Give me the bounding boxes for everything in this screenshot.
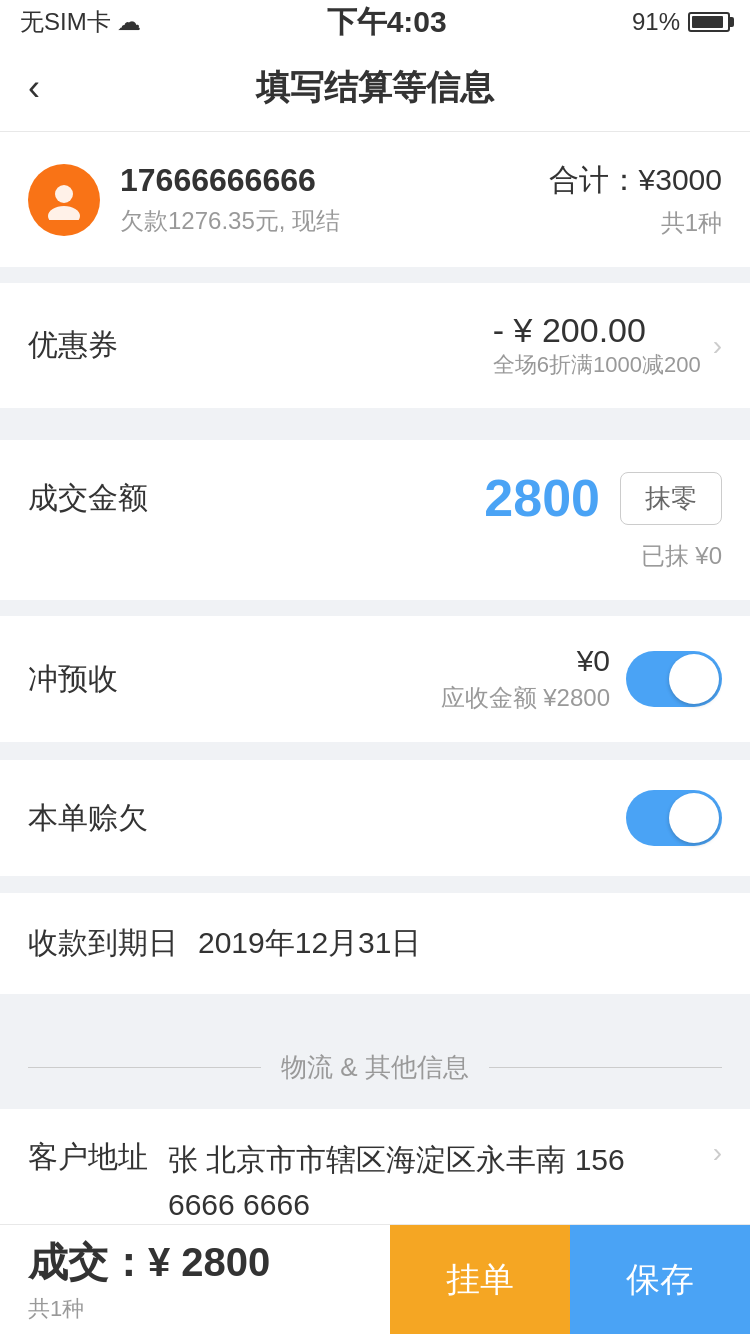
- battery-percent: 91%: [632, 8, 680, 36]
- main-content: 17666666666 欠款1276.35元, 现结 合计：¥3000 共1种 …: [0, 132, 750, 1334]
- coupon-amount: - ¥ 200.00: [493, 311, 701, 350]
- section-divider-3: [0, 1010, 750, 1026]
- user-phone: 17666666666: [120, 162, 340, 199]
- logistics-text: 物流 & 其他信息: [281, 1050, 469, 1085]
- prepay-label: 冲预收: [28, 659, 118, 700]
- hold-button[interactable]: 挂单: [390, 1225, 570, 1335]
- prepay-row: 冲预收 ¥0 应收金额 ¥2800: [0, 616, 750, 742]
- amount-label: 成交金额: [28, 478, 148, 519]
- due-date-label: 收款到期日: [28, 923, 178, 964]
- bottom-total-value: ¥ 2800: [148, 1240, 270, 1284]
- bottom-count: 共1种: [28, 1294, 362, 1324]
- due-date-value: 2019年12月31日: [198, 923, 421, 964]
- user-count: 共1种: [549, 207, 722, 239]
- bottom-bar: 成交：¥ 2800 共1种 挂单 保存: [0, 1224, 750, 1334]
- amount-section: 成交金额 2800 抹零 已抹 ¥0: [0, 440, 750, 600]
- status-left: 无SIM卡 ☁: [20, 6, 141, 38]
- coupon-desc: 全场6折满1000减200: [493, 350, 701, 380]
- user-subtitle: 欠款1276.35元, 现结: [120, 205, 340, 237]
- address-chevron-icon: ›: [713, 1137, 722, 1169]
- round-zero-button[interactable]: 抹零: [620, 472, 722, 525]
- credit-label: 本单赊欠: [28, 798, 148, 839]
- coupon-label: 优惠券: [28, 325, 118, 366]
- address-label: 客户地址: [28, 1137, 148, 1178]
- user-total: 合计：¥3000: [549, 160, 722, 201]
- credit-toggle[interactable]: [626, 790, 722, 846]
- svg-point-0: [55, 185, 73, 203]
- svg-point-1: [48, 206, 80, 220]
- logistics-line-right: [489, 1067, 722, 1068]
- back-button[interactable]: ‹: [28, 67, 40, 109]
- avatar: [28, 164, 100, 236]
- bottom-total-label: 成交：: [28, 1240, 148, 1284]
- page-title: 填写结算等信息: [256, 65, 494, 111]
- prepay-sub: 应收金额 ¥2800: [441, 682, 610, 714]
- logistics-header: 物流 & 其他信息: [0, 1026, 750, 1109]
- nav-bar: ‹ 填写结算等信息: [0, 44, 750, 132]
- credit-row: 本单赊欠: [0, 760, 750, 876]
- amount-sub: 已抹 ¥0: [28, 540, 722, 572]
- prepay-toggle[interactable]: [626, 651, 722, 707]
- section-divider-2: [0, 744, 750, 760]
- address-value: 张 北京市市辖区海淀区永丰南 156 6666 6666: [168, 1137, 693, 1227]
- sim-status: 无SIM卡 ☁: [20, 6, 141, 38]
- prepay-value: ¥0: [441, 644, 610, 678]
- coupon-row[interactable]: 优惠券 - ¥ 200.00 全场6折满1000减200 ›: [0, 283, 750, 408]
- status-time: 下午4:03: [327, 2, 447, 43]
- battery-icon: [688, 12, 730, 32]
- amount-value: 2800: [484, 468, 600, 528]
- status-right: 91%: [632, 8, 730, 36]
- bottom-total: 成交：¥ 2800: [28, 1235, 362, 1290]
- due-date-row: 收款到期日 2019年12月31日: [0, 893, 750, 994]
- save-button[interactable]: 保存: [570, 1225, 750, 1335]
- section-divider: [0, 424, 750, 440]
- logistics-line-left: [28, 1067, 261, 1068]
- status-bar: 无SIM卡 ☁ 下午4:03 91%: [0, 0, 750, 44]
- user-info-row: 17666666666 欠款1276.35元, 现结 合计：¥3000 共1种: [0, 132, 750, 267]
- bottom-info: 成交：¥ 2800 共1种: [0, 1235, 390, 1324]
- chevron-right-icon: ›: [713, 330, 722, 362]
